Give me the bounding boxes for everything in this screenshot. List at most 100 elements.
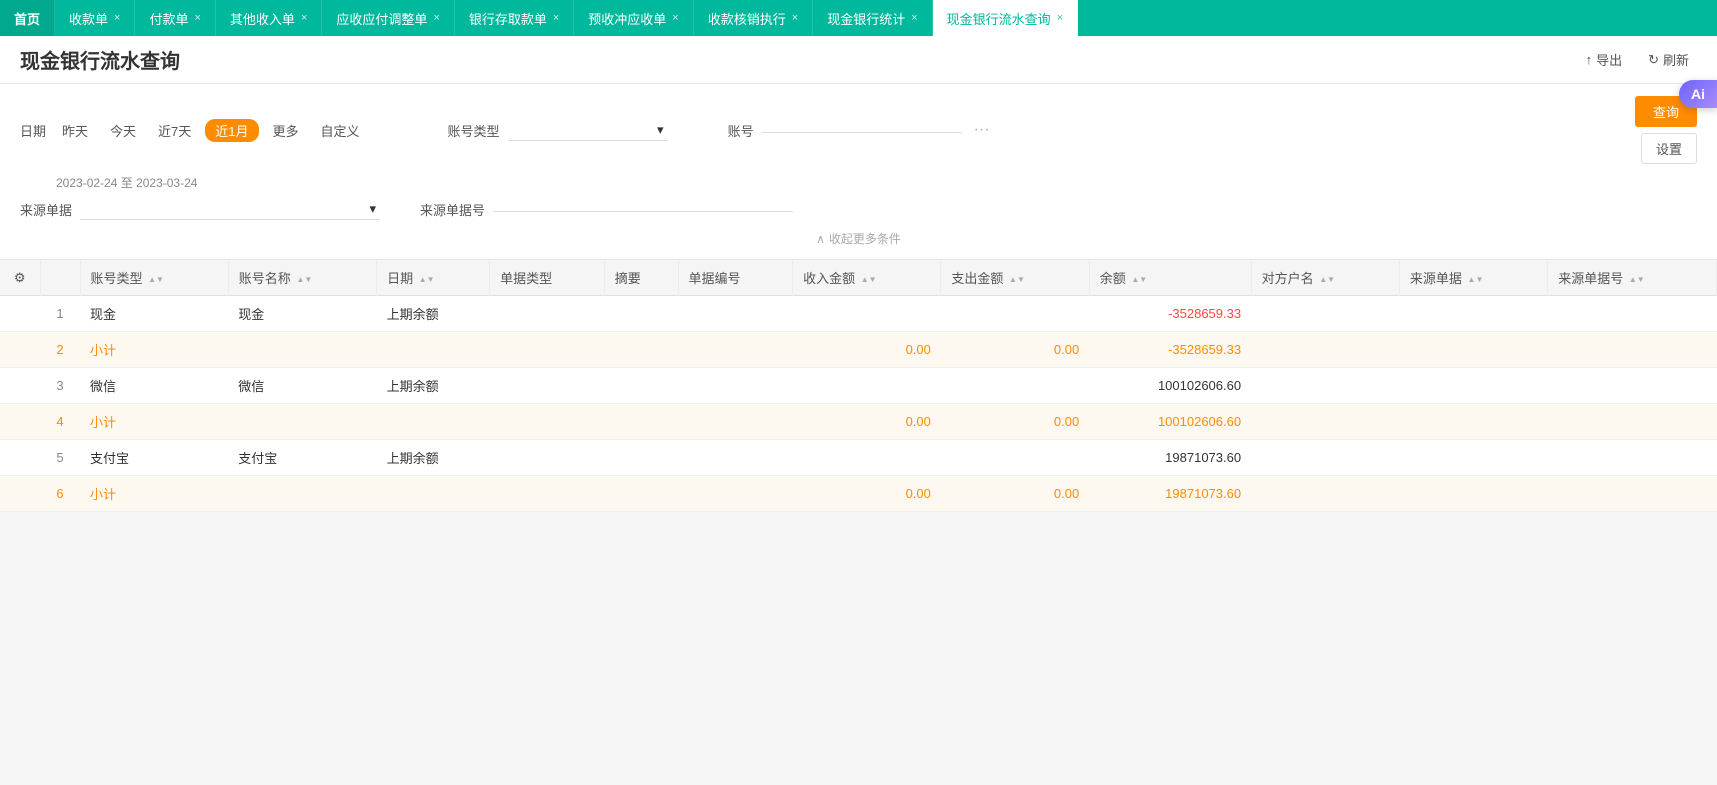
row-gear[interactable] [0, 404, 40, 440]
nav-bank-deposit-label: 银行存取款单 [469, 9, 547, 28]
row-gear[interactable] [0, 332, 40, 368]
row-doc-no [678, 332, 793, 368]
row-income [793, 296, 941, 332]
row-gear[interactable] [0, 440, 40, 476]
account-label: 账号 [728, 121, 754, 140]
date-option-yesterday[interactable]: 昨天 [54, 119, 96, 142]
col-source-doc[interactable]: 来源单据 ▲▼ [1399, 260, 1547, 296]
account-dots-button[interactable]: ··· [970, 121, 994, 139]
nav-receivable-label: 收款单 [69, 9, 108, 28]
row-source-doc [1399, 296, 1547, 332]
row-account-type: 小计 [80, 332, 228, 368]
row-counterpart [1251, 368, 1399, 404]
nav-adjustment-close[interactable]: × [433, 12, 439, 24]
col-source-doc-label: 来源单据 [1410, 271, 1462, 286]
table-row: 5 支付宝 支付宝 上期余额 19871073.60 [0, 440, 1717, 476]
date-option-more[interactable]: 更多 [265, 119, 307, 142]
nav-bank-flow-close[interactable]: × [1057, 12, 1063, 24]
ai-badge[interactable]: Ai [1679, 80, 1717, 108]
col-income[interactable]: 收入金额 ▲▼ [793, 260, 941, 296]
nav-other-income[interactable]: 其他收入单 × [216, 0, 322, 36]
refresh-button[interactable]: ↻ 刷新 [1640, 46, 1697, 73]
nav-receivable[interactable]: 收款单 × [55, 0, 135, 36]
account-filter-group: 账号 ··· [728, 121, 994, 140]
col-balance-label: 余额 [1100, 271, 1126, 286]
table-row: 6 小计 0.00 0.00 19871073.60 [0, 476, 1717, 512]
sort-icon-balance: ▲▼ [1131, 276, 1147, 284]
nav-bank-stats-close[interactable]: × [911, 12, 917, 24]
row-income: 0.00 [793, 404, 941, 440]
row-balance: 19871073.60 [1089, 440, 1251, 476]
row-balance: 19871073.60 [1089, 476, 1251, 512]
date-option-7days[interactable]: 近7天 [150, 119, 199, 142]
col-account-name[interactable]: 账号名称 ▲▼ [228, 260, 376, 296]
row-gear[interactable] [0, 476, 40, 512]
row-summary [604, 296, 678, 332]
col-account-type[interactable]: 账号类型 ▲▼ [80, 260, 228, 296]
row-doc-type [490, 332, 605, 368]
col-date[interactable]: 日期 ▲▼ [377, 260, 490, 296]
nav-bank-stats[interactable]: 现金银行统计 × [813, 0, 932, 36]
refresh-label: 刷新 [1663, 50, 1689, 69]
export-button[interactable]: ↑ 导出 [1578, 46, 1631, 73]
row-expense [941, 440, 1089, 476]
nav-home[interactable]: 首页 [0, 0, 55, 36]
row-doc-no [678, 440, 793, 476]
nav-adjustment[interactable]: 应收应付调整单 × [322, 0, 454, 36]
source-doc-no-input[interactable] [493, 207, 793, 212]
nav-bank-deposit-close[interactable]: × [553, 12, 559, 24]
row-summary [604, 476, 678, 512]
col-doc-no: 单据编号 [678, 260, 793, 296]
collapse-bar[interactable]: ∧ 收起更多条件 [20, 230, 1697, 247]
col-source-doc-no[interactable]: 来源单据号 ▲▼ [1548, 260, 1717, 296]
row-account-name: 现金 [228, 296, 376, 332]
ai-badge-label: Ai [1691, 86, 1705, 102]
row-num: 3 [40, 368, 80, 404]
nav-advance[interactable]: 预收冲应收单 × [574, 0, 693, 36]
sort-icon-account-type: ▲▼ [148, 276, 164, 284]
row-balance: 100102606.60 [1089, 404, 1251, 440]
col-counterpart[interactable]: 对方户名 ▲▼ [1251, 260, 1399, 296]
nav-collection[interactable]: 收款核销执行 × [694, 0, 813, 36]
row-num: 5 [40, 440, 80, 476]
row-summary [604, 368, 678, 404]
collapse-up-icon: ∧ [816, 232, 825, 246]
col-doc-type-label: 单据类型 [500, 271, 552, 286]
table-header-row: ⚙ 账号类型 ▲▼ 账号名称 ▲▼ 日期 ▲▼ 单据类型 摘 [0, 260, 1717, 296]
nav-advance-close[interactable]: × [672, 12, 678, 24]
nav-payment-close[interactable]: × [194, 12, 200, 24]
col-gear[interactable]: ⚙ [0, 260, 40, 296]
row-account-name [228, 476, 376, 512]
nav-other-income-close[interactable]: × [301, 12, 307, 24]
account-type-select[interactable]: ▾ [508, 120, 668, 141]
date-option-today[interactable]: 今天 [102, 119, 144, 142]
settings-button[interactable]: 设置 [1641, 133, 1697, 164]
top-nav: 首页 收款单 × 付款单 × 其他收入单 × 应收应付调整单 × 银行存取款单 … [0, 0, 1717, 36]
row-gear[interactable] [0, 296, 40, 332]
source-doc-select[interactable]: ▾ [80, 199, 380, 220]
row-income [793, 368, 941, 404]
row-doc-no [678, 476, 793, 512]
sort-icon-date: ▲▼ [419, 276, 435, 284]
row-source-doc-no [1548, 476, 1717, 512]
nav-receivable-close[interactable]: × [114, 12, 120, 24]
row-doc-type [490, 476, 605, 512]
nav-payment[interactable]: 付款单 × [135, 0, 215, 36]
table-container: ⚙ 账号类型 ▲▼ 账号名称 ▲▼ 日期 ▲▼ 单据类型 摘 [0, 260, 1717, 512]
row-summary [604, 332, 678, 368]
col-summary-label: 摘要 [615, 271, 641, 286]
col-balance[interactable]: 余额 ▲▼ [1089, 260, 1251, 296]
col-expense[interactable]: 支出金额 ▲▼ [941, 260, 1089, 296]
date-option-custom[interactable]: 自定义 [313, 119, 368, 142]
row-account-type: 支付宝 [80, 440, 228, 476]
nav-bank-flow[interactable]: 现金银行流水查询 × [933, 0, 1078, 36]
date-option-1month[interactable]: 近1月 [205, 119, 258, 142]
account-input[interactable] [762, 128, 962, 133]
nav-bank-deposit[interactable]: 银行存取款单 × [455, 0, 574, 36]
row-balance: 100102606.60 [1089, 368, 1251, 404]
table-body: 1 现金 现金 上期余额 -3528659.33 2 小计 0.00 0.00 … [0, 296, 1717, 512]
row-gear[interactable] [0, 368, 40, 404]
row-source-doc [1399, 368, 1547, 404]
refresh-icon: ↻ [1648, 52, 1659, 68]
nav-collection-close[interactable]: × [792, 12, 798, 24]
